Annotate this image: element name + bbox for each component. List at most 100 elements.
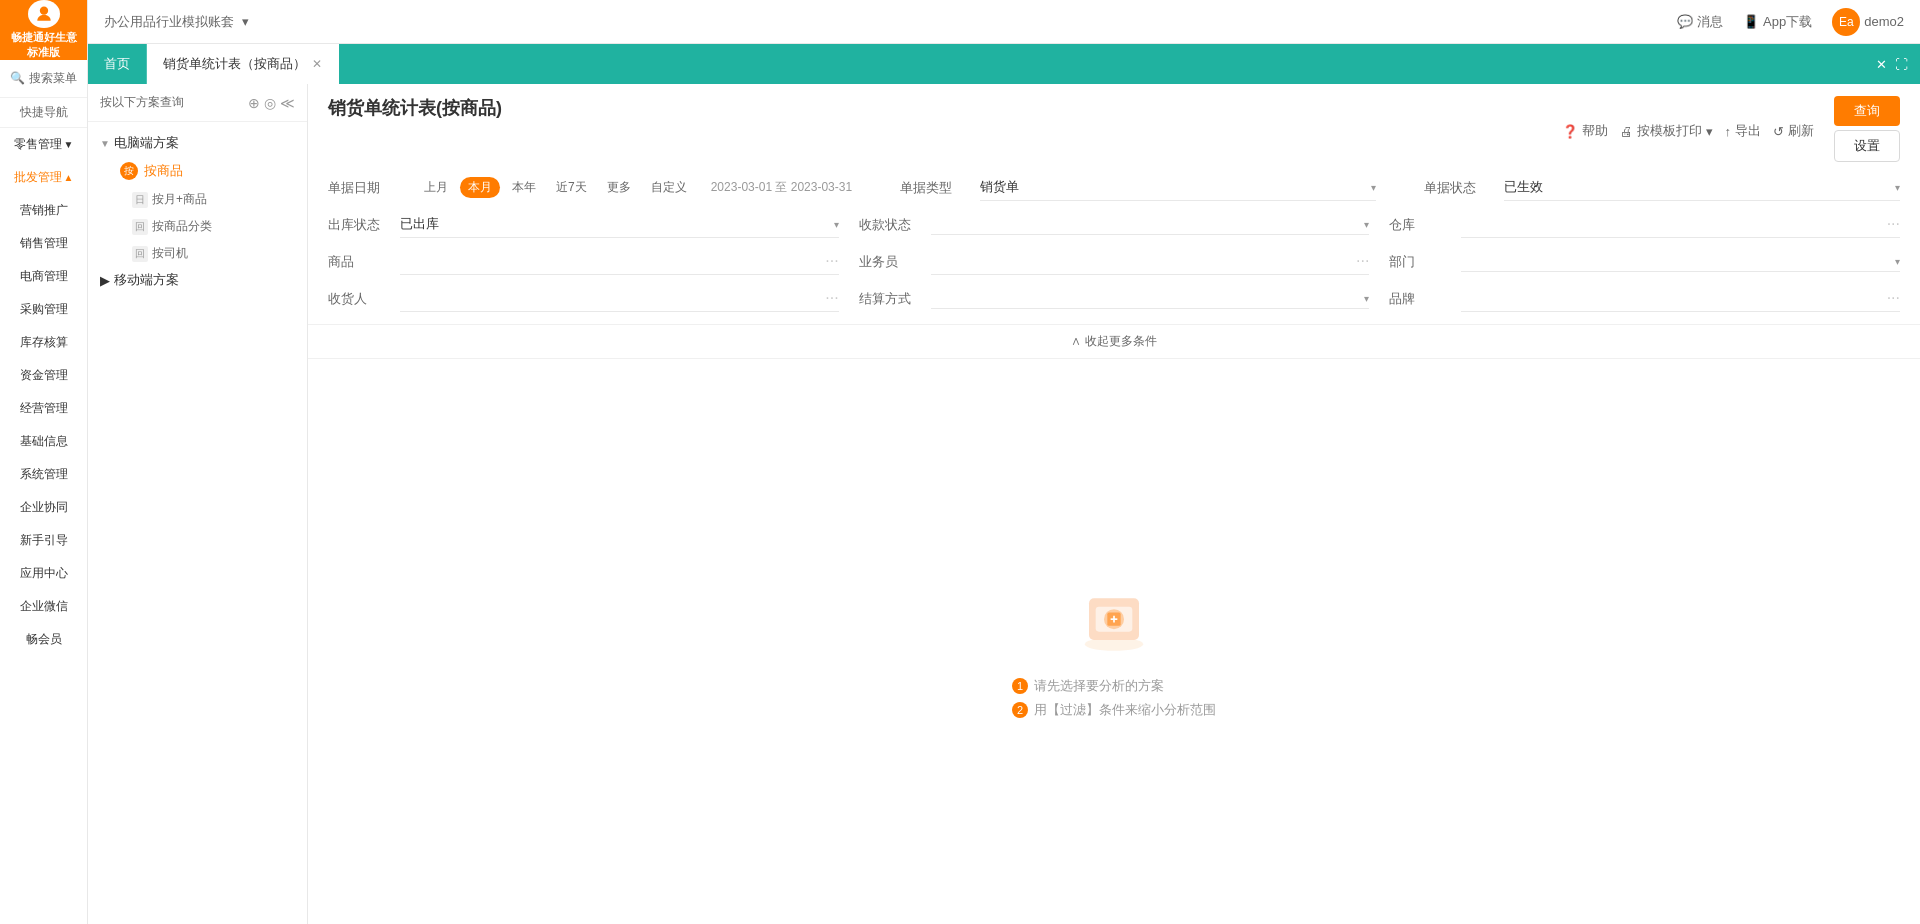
settle-value[interactable]: ▾ bbox=[931, 289, 1370, 309]
quick-nav-label: 快捷导航 bbox=[20, 105, 68, 119]
date-tab-last-month[interactable]: 上月 bbox=[416, 177, 456, 198]
close-icon2[interactable]: ✕ bbox=[1876, 57, 1887, 72]
sidebar-item-ecom[interactable]: 电商管理 bbox=[0, 260, 87, 293]
sidebar-item-wholesale-label: 批发管理 bbox=[14, 169, 62, 186]
salesman-dots-icon[interactable]: ··· bbox=[1356, 252, 1369, 270]
sidebar-item-management[interactable]: 经营管理 bbox=[0, 392, 87, 425]
sidebar-item-vip-label: 畅会员 bbox=[26, 631, 62, 648]
brand-value[interactable]: ··· bbox=[1461, 285, 1900, 312]
tree-item-by-driver[interactable]: 回 按司机 bbox=[88, 240, 307, 267]
settings-button[interactable]: 设置 bbox=[1834, 130, 1900, 162]
collapse-bar[interactable]: ∧ 收起更多条件 bbox=[308, 325, 1920, 359]
logo-icon bbox=[28, 0, 60, 28]
app-download-btn[interactable]: 📱 App下载 bbox=[1743, 13, 1812, 31]
goods-dots-icon[interactable]: ··· bbox=[825, 252, 838, 270]
export-btn[interactable]: ↑ 导出 bbox=[1725, 122, 1762, 140]
query-button[interactable]: 查询 bbox=[1834, 96, 1900, 126]
department-value[interactable]: ▾ bbox=[1461, 252, 1900, 272]
left-panel: 按以下方案查询 ⊕ ◎ ≪ ▼ 电脑端方案 按 按商品 日 按月+ bbox=[88, 84, 308, 924]
date-tab-7days[interactable]: 近7天 bbox=[548, 177, 595, 198]
sidebar-item-basic-label: 基础信息 bbox=[20, 433, 68, 450]
tree-item-by-month-goods[interactable]: 日 按月+商品 bbox=[88, 186, 307, 213]
receive-status-value[interactable]: ▾ bbox=[931, 215, 1370, 235]
page-content: 按以下方案查询 ⊕ ◎ ≪ ▼ 电脑端方案 按 按商品 日 按月+ bbox=[88, 84, 1920, 924]
tree-section: ▼ 电脑端方案 按 按商品 日 按月+商品 回 按商品分类 回 按司机 bbox=[88, 122, 307, 301]
avatar: Ea bbox=[1832, 8, 1860, 36]
tab-home[interactable]: 首页 bbox=[88, 44, 147, 84]
tree-group-pc[interactable]: ▼ 电脑端方案 bbox=[88, 130, 307, 156]
tip-2-text: 用【过滤】条件来缩小分析范围 bbox=[1034, 701, 1216, 719]
quick-nav[interactable]: 快捷导航 bbox=[0, 98, 87, 128]
sidebar-item-retail[interactable]: 零售管理 ▼ bbox=[0, 128, 87, 161]
goods-value[interactable]: ··· bbox=[400, 248, 839, 275]
receiver-dots-icon[interactable]: ··· bbox=[825, 289, 838, 307]
doc-status-value[interactable]: 已生效 ▾ bbox=[1504, 174, 1900, 201]
chevron-down-icon: ▾ bbox=[242, 14, 249, 29]
refresh-icon: ↺ bbox=[1773, 124, 1784, 139]
tab-home-label: 首页 bbox=[104, 55, 130, 73]
tree-item-by-goods[interactable]: 按 按商品 bbox=[88, 156, 307, 186]
date-tab-this-month[interactable]: 本月 bbox=[460, 177, 500, 198]
brand-label: 品牌 bbox=[1389, 290, 1461, 308]
refresh-label: 刷新 bbox=[1788, 122, 1814, 140]
chevron-down-icon7: ▾ bbox=[1364, 219, 1369, 230]
svg-point-0 bbox=[39, 7, 47, 15]
tree-group-mobile-label: 移动端方案 bbox=[114, 271, 179, 289]
collapse-icon[interactable]: ≪ bbox=[280, 95, 295, 111]
receiver-value[interactable]: ··· bbox=[400, 285, 839, 312]
sidebar-item-system[interactable]: 系统管理 bbox=[0, 458, 87, 491]
tip-1-text: 请先选择要分析的方案 bbox=[1034, 677, 1164, 695]
sidebar-item-wxwork[interactable]: 企业微信 bbox=[0, 590, 87, 623]
tree-item-by-category-label: 按商品分类 bbox=[152, 218, 212, 235]
close-icon[interactable]: ✕ bbox=[312, 57, 322, 71]
settle-cell: 结算方式 ▾ bbox=[859, 285, 1370, 312]
sidebar-item-marketing[interactable]: 营销推广 bbox=[0, 194, 87, 227]
sidebar-item-stock[interactable]: 库存核算 bbox=[0, 326, 87, 359]
tree-item-by-category[interactable]: 回 按商品分类 bbox=[88, 213, 307, 240]
dots-icon[interactable]: ··· bbox=[1887, 215, 1900, 233]
sidebar-item-basic[interactable]: 基础信息 bbox=[0, 425, 87, 458]
warehouse-value[interactable]: ··· bbox=[1461, 211, 1900, 238]
user-area[interactable]: Ea demo2 bbox=[1832, 8, 1904, 36]
expand-icon[interactable]: ⛶ bbox=[1895, 57, 1908, 72]
help-btn[interactable]: ❓ 帮助 bbox=[1562, 122, 1608, 140]
date-tab-this-year[interactable]: 本年 bbox=[504, 177, 544, 198]
sidebar-item-guide[interactable]: 新手引导 bbox=[0, 524, 87, 557]
search-icon: 🔍 bbox=[10, 71, 25, 85]
settle-label: 结算方式 bbox=[859, 290, 931, 308]
date-range: 2023-03-01 至 2023-03-31 bbox=[711, 179, 852, 196]
sidebar-item-wholesale[interactable]: 批发管理 ▲ bbox=[0, 161, 87, 194]
export-label: 导出 bbox=[1735, 122, 1761, 140]
date-tab-more[interactable]: 更多 bbox=[599, 177, 639, 198]
industry-selector[interactable]: 办公用品行业模拟账套 ▾ bbox=[104, 13, 249, 31]
sidebar-item-purchase[interactable]: 采购管理 bbox=[0, 293, 87, 326]
date-tabs: 上月 本月 本年 近7天 更多 自定义 bbox=[416, 177, 695, 198]
chevron-down-icon: ▼ bbox=[64, 139, 74, 150]
tree-group-mobile[interactable]: ▶ 移动端方案 bbox=[88, 267, 307, 293]
search-label: 搜索菜单 bbox=[29, 71, 77, 85]
tab-expand[interactable]: ✕ ⛶ bbox=[1864, 44, 1920, 84]
date-tab-custom[interactable]: 自定义 bbox=[643, 177, 695, 198]
sidebar-item-collab[interactable]: 企业协同 bbox=[0, 491, 87, 524]
tab-sales-stat[interactable]: 销货单统计表（按商品） ✕ bbox=[147, 44, 339, 84]
receiver-label: 收货人 bbox=[328, 290, 400, 308]
empty-state: 1 请先选择要分析的方案 2 用【过滤】条件来缩小分析范围 bbox=[308, 359, 1920, 924]
help-label: 帮助 bbox=[1582, 122, 1608, 140]
add-icon[interactable]: ⊕ bbox=[248, 95, 260, 111]
sidebar-item-apps[interactable]: 应用中心 bbox=[0, 557, 87, 590]
sidebar-item-vip[interactable]: 畅会员 bbox=[0, 623, 87, 656]
settings-icon[interactable]: ◎ bbox=[264, 95, 276, 111]
print-icon: 🖨 bbox=[1620, 124, 1633, 139]
sidebar-item-sales[interactable]: 销售管理 bbox=[0, 227, 87, 260]
refresh-btn[interactable]: ↺ 刷新 bbox=[1773, 122, 1814, 140]
brand-dots-icon[interactable]: ··· bbox=[1887, 289, 1900, 307]
doc-type-value[interactable]: 销货单 ▾ bbox=[980, 174, 1376, 201]
sidebar-item-finance[interactable]: 资金管理 bbox=[0, 359, 87, 392]
print-btn[interactable]: 🖨 按模板打印 ▾ bbox=[1620, 122, 1713, 140]
msg-btn[interactable]: 💬 消息 bbox=[1677, 13, 1723, 31]
chevron-down-icon2: ▼ bbox=[100, 138, 110, 149]
salesman-value[interactable]: ··· bbox=[931, 248, 1370, 275]
tree-item-by-driver-label: 按司机 bbox=[152, 245, 188, 262]
search-menu[interactable]: 🔍 搜索菜单 bbox=[0, 60, 87, 98]
out-status-value[interactable]: 已出库 ▾ bbox=[400, 211, 839, 238]
